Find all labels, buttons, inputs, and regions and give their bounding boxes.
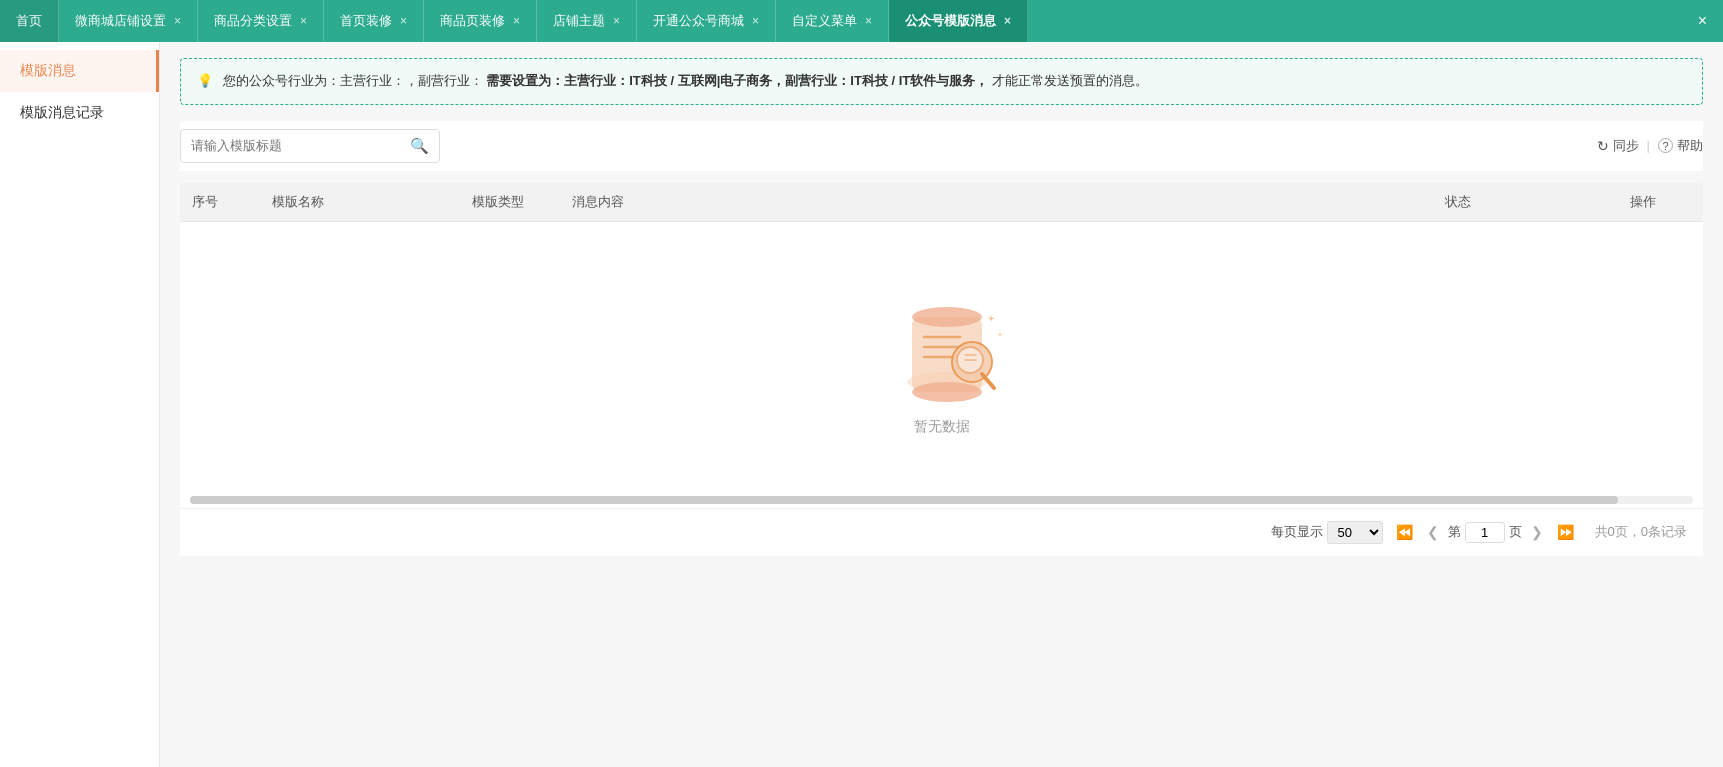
page-total: 共0页，0条记录 xyxy=(1595,523,1687,541)
sidebar: 模版消息模版消息记录 xyxy=(0,42,160,767)
col-type: 模版类型 xyxy=(460,183,560,221)
last-page-button[interactable]: ⏩ xyxy=(1552,522,1579,542)
next-page-button[interactable]: ❯ xyxy=(1526,522,1548,542)
tab-label-home: 首页 xyxy=(16,12,42,30)
sidebar-item-template-record[interactable]: 模版消息记录 xyxy=(0,92,159,134)
page-nav: ⏪ ❮ 第 页 ❯ ⏩ xyxy=(1391,522,1579,543)
sync-label: 同步 xyxy=(1613,137,1639,155)
tab-open-mall[interactable]: 开通公众号商城 × xyxy=(637,0,776,42)
tab-close-home-decor[interactable]: × xyxy=(400,14,407,28)
tab-shop-settings[interactable]: 微商城店铺设置 × xyxy=(59,0,198,42)
notice-suffix: 才能正常发送预置的消息。 xyxy=(992,73,1148,88)
tab-close-product-category[interactable]: × xyxy=(300,14,307,28)
page-size-label: 每页显示 xyxy=(1271,523,1323,541)
tab-label-product-decor: 商品页装修 xyxy=(440,12,505,30)
notice-prefix: 您的公众号行业为：主营行业：，副营行业： xyxy=(223,73,483,88)
col-action: 操作 xyxy=(1583,183,1703,221)
tab-label-custom-menu: 自定义菜单 xyxy=(792,12,857,30)
tab-close-product-decor[interactable]: × xyxy=(513,14,520,28)
tab-close-open-mall[interactable]: × xyxy=(752,14,759,28)
data-table: 序号 模版名称 模版类型 消息内容 状态 操作 xyxy=(180,183,1703,508)
tab-close-custom-menu[interactable]: × xyxy=(865,14,872,28)
tab-close-shop-settings[interactable]: × xyxy=(174,14,181,28)
tab-label-home-decor: 首页装修 xyxy=(340,12,392,30)
help-icon: ? xyxy=(1658,138,1673,153)
tab-label-product-category: 商品分类设置 xyxy=(214,12,292,30)
svg-point-3 xyxy=(912,382,982,402)
search-input[interactable] xyxy=(191,138,410,153)
tab-custom-menu[interactable]: 自定义菜单 × xyxy=(776,0,889,42)
help-label: 帮助 xyxy=(1677,137,1703,155)
notice-banner: 💡 您的公众号行业为：主营行业：，副营行业： 需要设置为：主营行业：IT科技 /… xyxy=(180,58,1703,105)
table-header: 序号 模版名称 模版类型 消息内容 状态 操作 xyxy=(180,183,1703,222)
notice-highlight: 需要设置为：主营行业：IT科技 / 互联网|电子商务，副营行业：IT科技 / I… xyxy=(486,73,988,88)
tab-label-shop-theme: 店铺主题 xyxy=(553,12,605,30)
sync-button[interactable]: ↻ 同步 xyxy=(1597,137,1639,155)
divider: | xyxy=(1647,138,1650,153)
help-button[interactable]: ? 帮助 xyxy=(1658,137,1703,155)
scroll-indicator[interactable] xyxy=(190,496,1693,504)
tab-home-decor[interactable]: 首页装修 × xyxy=(324,0,424,42)
svg-text:✦: ✦ xyxy=(987,313,995,324)
empty-illustration: ✦ ✦ xyxy=(882,282,1002,402)
tab-label-open-mall: 开通公众号商城 xyxy=(653,12,744,30)
tab-label-shop-settings: 微商城店铺设置 xyxy=(75,12,166,30)
col-status: 状态 xyxy=(1433,183,1583,221)
empty-text: 暂无数据 xyxy=(914,418,970,436)
prev-page-button[interactable]: ❮ xyxy=(1422,522,1444,542)
scroll-thumb xyxy=(190,496,1618,504)
search-input-wrap[interactable]: 🔍 xyxy=(180,129,440,163)
main-layout: 模版消息模版消息记录 💡 您的公众号行业为：主营行业：，副营行业： 需要设置为：… xyxy=(0,42,1723,767)
tab-close-template-msg[interactable]: × xyxy=(1004,14,1011,28)
page-number-input[interactable] xyxy=(1465,522,1505,543)
tab-bar: 首页微商城店铺设置×商品分类设置×首页装修×商品页装修×店铺主题×开通公众号商城… xyxy=(0,0,1723,42)
pagination-bar: 每页显示 50 10 20 100 ⏪ ❮ 第 页 ❯ ⏩ 共0页， xyxy=(180,508,1703,556)
svg-point-2 xyxy=(912,307,982,327)
tab-product-decor[interactable]: 商品页装修 × xyxy=(424,0,537,42)
search-icon[interactable]: 🔍 xyxy=(410,137,429,155)
close-all-tabs-button[interactable]: × xyxy=(1682,0,1723,42)
empty-svg: ✦ ✦ xyxy=(882,282,1012,412)
page-input-group: 第 页 xyxy=(1448,522,1522,543)
tab-close-shop-theme[interactable]: × xyxy=(613,14,620,28)
sync-icon: ↻ xyxy=(1597,138,1609,154)
page-size-select: 每页显示 50 10 20 100 xyxy=(1271,521,1383,544)
col-name: 模版名称 xyxy=(260,183,460,221)
page-size-dropdown[interactable]: 50 10 20 100 xyxy=(1327,521,1383,544)
search-actions: ↻ 同步 | ? 帮助 xyxy=(1597,137,1703,155)
first-page-button[interactable]: ⏪ xyxy=(1391,522,1418,542)
tab-shop-theme[interactable]: 店铺主题 × xyxy=(537,0,637,42)
tab-product-category[interactable]: 商品分类设置 × xyxy=(198,0,324,42)
col-seq: 序号 xyxy=(180,183,260,221)
col-content: 消息内容 xyxy=(560,183,1433,221)
bulb-icon: 💡 xyxy=(197,73,213,88)
page-label: 第 xyxy=(1448,523,1461,541)
svg-text:✦: ✦ xyxy=(997,331,1003,338)
tab-template-msg[interactable]: 公众号模版消息 × xyxy=(889,0,1028,42)
tab-label-template-msg: 公众号模版消息 xyxy=(905,12,996,30)
sidebar-item-template-msg[interactable]: 模版消息 xyxy=(0,50,159,92)
page-unit: 页 xyxy=(1509,523,1522,541)
search-bar: 🔍 ↻ 同步 | ? 帮助 xyxy=(180,121,1703,171)
content-area: 💡 您的公众号行业为：主营行业：，副营行业： 需要设置为：主营行业：IT科技 /… xyxy=(160,42,1723,767)
tab-home[interactable]: 首页 xyxy=(0,0,59,42)
empty-state: ✦ ✦ 暂无数据 xyxy=(180,222,1703,496)
